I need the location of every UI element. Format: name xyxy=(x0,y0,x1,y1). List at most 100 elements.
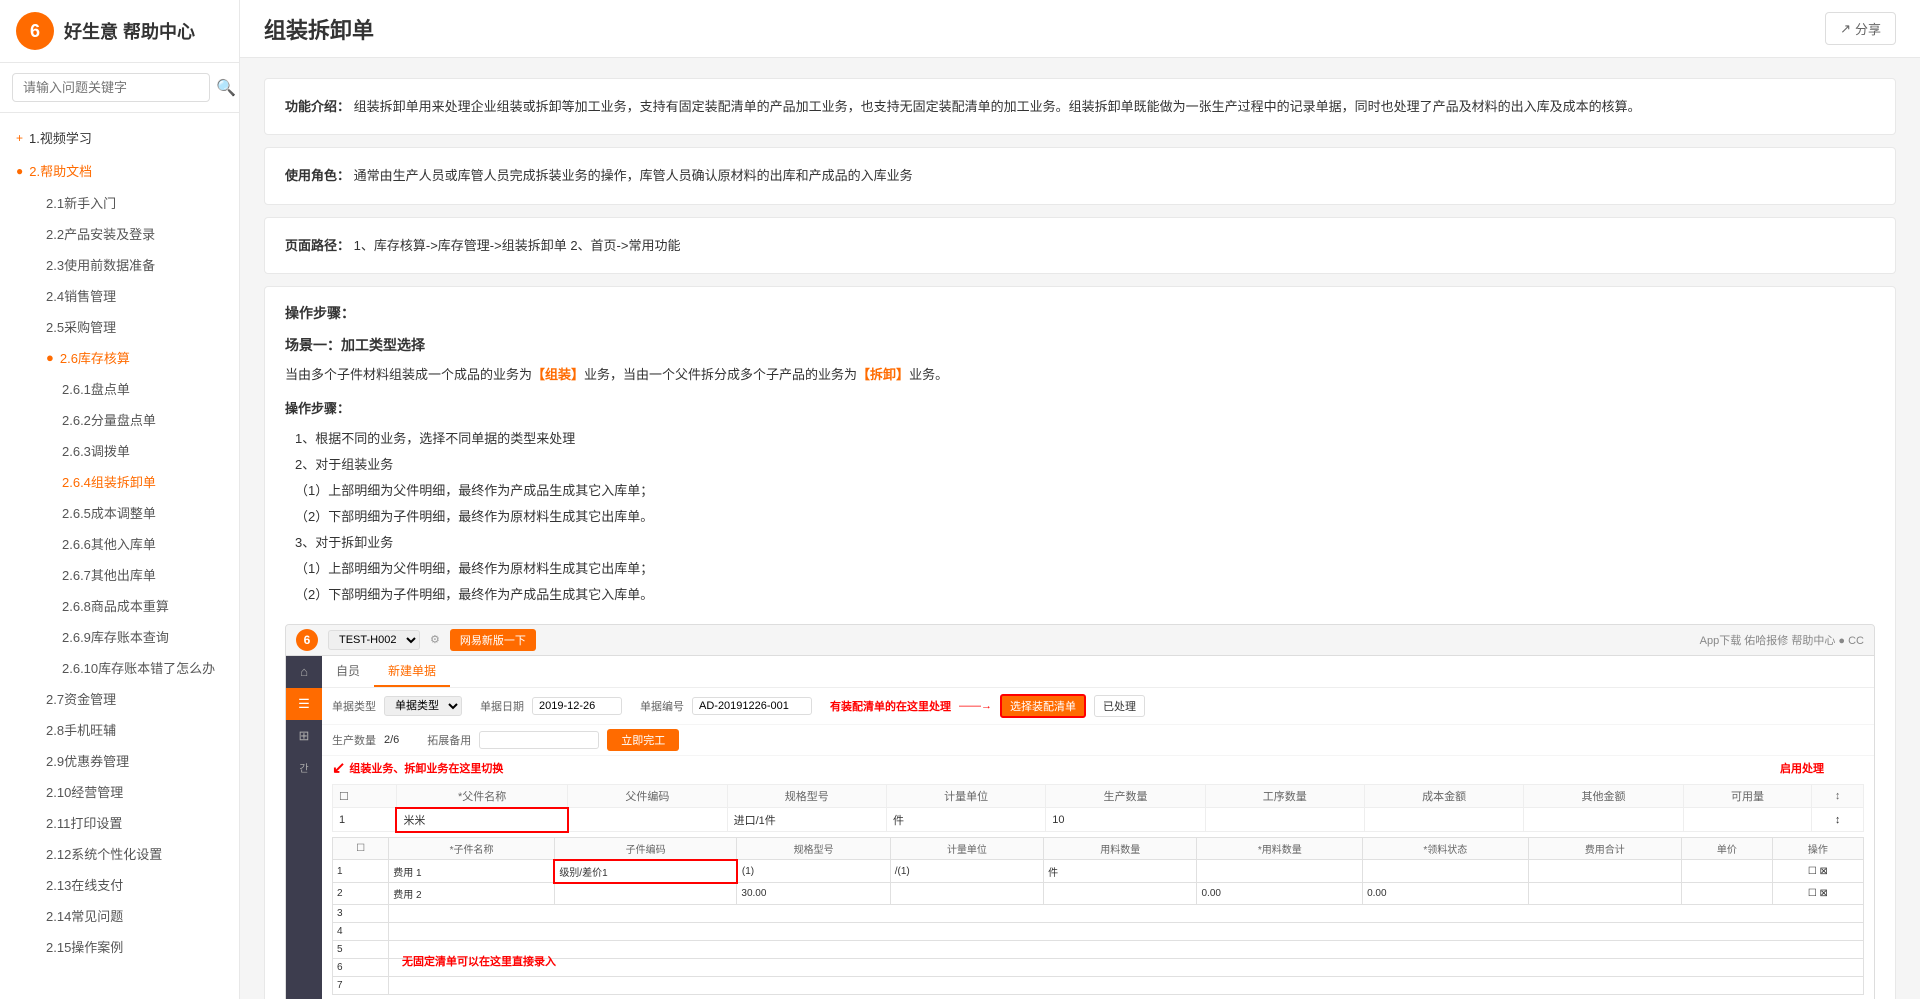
sidebar-item-stocktake[interactable]: 2.6.1盘点单 xyxy=(46,373,239,404)
mock-sidebar-home: ⌂ xyxy=(286,656,322,688)
mock-main-content: 自员 新建单据 单据类型 单据类型 单据日期 单据编号 有装配 xyxy=(322,656,1874,999)
page-header: 组装拆卸单 ↗ 分享 xyxy=(240,0,1920,58)
mock-upper-table-container: ☐ *父件名称 父件编码 规格型号 计量单位 生产数量 工序数量 成本金额 其他 xyxy=(322,780,1874,833)
sidebar-item-label: 1.视频学习 xyxy=(29,128,92,147)
mock-processed-btn[interactable]: 已处理 xyxy=(1094,695,1145,717)
sidebar-item-otheroutbound[interactable]: 2.6.7其他出库单 xyxy=(46,559,239,590)
mock-num-input[interactable] xyxy=(692,697,812,715)
feature-intro-label: 功能介绍： xyxy=(285,99,350,114)
feature-intro-block: 功能介绍： 组装拆卸单用来处理企业组装或拆卸等加工业务，支持有固定装配清单的产品… xyxy=(264,78,1896,135)
minus-icon-2: ● xyxy=(46,350,54,365)
mock-company-select[interactable]: TEST-H002 xyxy=(328,630,420,650)
mock-save-btn[interactable]: 立即完工 xyxy=(607,729,679,751)
mock-lower-row2: 2 费用 2 30.00 0.00 0.00 xyxy=(333,883,1864,905)
sidebar-item-print[interactable]: 2.11打印设置 xyxy=(30,807,239,838)
mock-th-otheamt: 其他金额 xyxy=(1524,784,1683,808)
sidebar-item-video[interactable]: + 1.视频学习 xyxy=(0,121,239,154)
mock-qty-label: 生产数量 xyxy=(332,732,376,748)
mock-th-checkbox: ☐ xyxy=(333,784,397,808)
step3: 3、对于拆卸业务 xyxy=(285,530,1875,556)
sidebar-item-capital[interactable]: 2.7资金管理 xyxy=(30,683,239,714)
mock-date-label: 单据日期 xyxy=(480,698,524,714)
mock-th-processqty: 工序数量 xyxy=(1205,784,1364,808)
mock-lower-row7: 7 xyxy=(333,977,1864,995)
scene1-desc: 当由多个子件材料组装成一个成品的业务为【组装】业务，当由一个父件拆分成多个子产品… xyxy=(285,363,1875,386)
sidebar-item-faq[interactable]: 2.14常见问题 xyxy=(30,900,239,931)
sidebar-item-stockcheck[interactable]: 2.6.9库存账本查询 xyxy=(46,621,239,652)
role-label: 使用角色： xyxy=(285,168,350,183)
sidebar-item-cases[interactable]: 2.15操作案例 xyxy=(30,931,239,962)
sidebar-item-docs[interactable]: ● 2.帮助文档 xyxy=(0,154,239,187)
step2-sub2: （2）下部明细为子件明细，最终作为原材料生成其它出库单。 xyxy=(285,504,1875,530)
search-input[interactable] xyxy=(12,73,210,102)
role-block: 使用角色： 通常由生产人员或库管人员完成拆装业务的操作，库管人员确认原材料的出库… xyxy=(264,147,1896,204)
mock-type-select[interactable]: 单据类型 xyxy=(384,696,462,716)
step3-sub2: （2）下部明细为子件明细，最终作为产成品生成其它入库单。 xyxy=(285,582,1875,608)
sidebar-item-new[interactable]: 2.1新手入门 xyxy=(30,187,239,218)
mock-tab-new[interactable]: 新建单据 xyxy=(374,656,450,687)
mock-num-label: 单据编号 xyxy=(640,698,684,714)
sidebar-item-adjust[interactable]: 2.6.3调拨单 xyxy=(46,435,239,466)
sidebar-item-sales[interactable]: 2.4销售管理 xyxy=(30,280,239,311)
search-button[interactable]: 🔍 xyxy=(216,78,236,98)
ops-title: 操作步骤： xyxy=(285,303,1875,323)
mock-tabs: 自员 新建单据 xyxy=(322,656,1874,688)
plus-icon: + xyxy=(16,131,23,145)
sidebar-item-cost[interactable]: 2.6.5成本调整单 xyxy=(46,497,239,528)
feature-intro-text: 组装拆卸单用来处理企业组装或拆卸等加工业务，支持有固定装配清单的产品加工业务，也… xyxy=(354,99,1641,114)
sidebar-item-partial[interactable]: 2.6.2分量盘点单 xyxy=(46,404,239,435)
step2-sub1: （1）上部明细为父件明细，最终作为产成品生成其它入库单； xyxy=(285,478,1875,504)
path-text: 1、库存核算->库存管理->组装拆卸单 2、首页->常用功能 xyxy=(354,238,681,253)
sidebar: 6 好生意 帮助中心 🔍 + 1.视频学习 ● 2.帮助文档 2.1新手入门 2… xyxy=(0,0,240,999)
step3-sub1: （1）上部明细为父件明细，最终作为原材料生成其它出库单； xyxy=(285,556,1875,582)
sidebar-item-goodscost[interactable]: 2.6.8商品成本重算 xyxy=(46,590,239,621)
share-icon: ↗ xyxy=(1840,21,1851,37)
mock-th-spec: 规格型号 xyxy=(727,784,886,808)
mock-remarks-input[interactable] xyxy=(479,731,599,749)
logo-icon: 6 xyxy=(16,12,54,50)
main-area: 组装拆卸单 ↗ 分享 功能介绍： 组装拆卸单用来处理企业组装或拆卸等加工业务，支… xyxy=(240,0,1920,999)
mock-date-input[interactable] xyxy=(532,697,622,715)
path-block: 页面路径： 1、库存核算->库存管理->组装拆卸单 2、首页->常用功能 xyxy=(264,217,1896,274)
mock-upper-row1: 1 米米 进口/1件 件 10 xyxy=(333,808,1864,832)
mock-sidebar-icon3: ⊞ xyxy=(286,720,322,752)
mock-select-list-btn[interactable]: 选择装配清单 xyxy=(1000,694,1086,718)
sidebar-item-install[interactable]: 2.2产品安装及登录 xyxy=(30,218,239,249)
nav-tree: + 1.视频学习 ● 2.帮助文档 2.1新手入门 2.2产品安装及登录 2.3… xyxy=(0,113,239,999)
mock-th-op: ↕ xyxy=(1812,784,1864,808)
sidebar-item-stockerr[interactable]: 2.6.10库存账本错了怎么办 xyxy=(46,652,239,683)
mock-lower-row3: 3 xyxy=(333,905,1864,923)
sidebar-item-purchase[interactable]: 2.5采购管理 xyxy=(30,311,239,342)
share-button[interactable]: ↗ 分享 xyxy=(1825,12,1896,45)
search-box: 🔍 xyxy=(0,63,239,113)
mock-th-parent-name: *父件名称 xyxy=(396,784,567,808)
mock-th-available: 可用量 xyxy=(1683,784,1812,808)
sidebar-item-mobile[interactable]: 2.8手机旺辅 xyxy=(30,714,239,745)
sidebar-item-data[interactable]: 2.3使用前数据准备 xyxy=(30,249,239,280)
sidebar-item-ops[interactable]: 2.10经营管理 xyxy=(30,776,239,807)
mock-tab-list[interactable]: 自员 xyxy=(322,656,374,687)
mock-settings-icon: ⚙ xyxy=(430,633,440,646)
mock-sidebar-icon4: 간 xyxy=(286,752,322,784)
steps-section: 操作步骤： 场景一：加工类型选择 当由多个子件材料组装成一个成品的业务为【组装】… xyxy=(264,286,1896,999)
annotation-enable: 启用处理 xyxy=(1780,760,1824,776)
minus-icon: ● xyxy=(16,164,23,178)
mock-top-icons: App下载 佑哈报修 帮助中心 ● CC xyxy=(1700,632,1864,648)
mock-newversion-btn[interactable]: 网易新版一下 xyxy=(450,629,536,651)
sidebar-item-coupon[interactable]: 2.9优惠券管理 xyxy=(30,745,239,776)
page-title: 组装拆卸单 xyxy=(264,13,374,45)
mock-th-costamt: 成本金额 xyxy=(1364,784,1523,808)
app-title: 好生意 帮助中心 xyxy=(64,18,195,44)
mock-qty-value: 2/6 xyxy=(384,734,399,746)
sidebar-item-system[interactable]: 2.12系统个性化设置 xyxy=(30,838,239,869)
mock-body: ⌂ ☰ ⊞ 간 自员 新建单据 单据类型 xyxy=(286,656,1874,999)
sidebar-item-otherinbound[interactable]: 2.6.6其他入库单 xyxy=(46,528,239,559)
sidebar-item-inventory[interactable]: ● 2.6库存核算 xyxy=(30,342,239,373)
sidebar-item-assembly[interactable]: 2.6.4组装拆卸单 xyxy=(46,466,239,497)
ops-steps-label: 操作步骤： xyxy=(285,397,1875,420)
sidebar-item-label: 2.帮助文档 xyxy=(29,161,92,180)
mock-lower-table-container: ☐ *子件名称 子件编码 规格型号 计量单位 用料数量 *用料数量 *领料状态 xyxy=(322,833,1874,999)
sidebar-item-online[interactable]: 2.13在线支付 xyxy=(30,869,239,900)
content-area: 功能介绍： 组装拆卸单用来处理企业组装或拆卸等加工业务，支持有固定装配清单的产品… xyxy=(240,58,1920,999)
mock-annotation-row: ↙ 组装业务、拆卸业务在这里切换 启用处理 xyxy=(322,756,1874,780)
